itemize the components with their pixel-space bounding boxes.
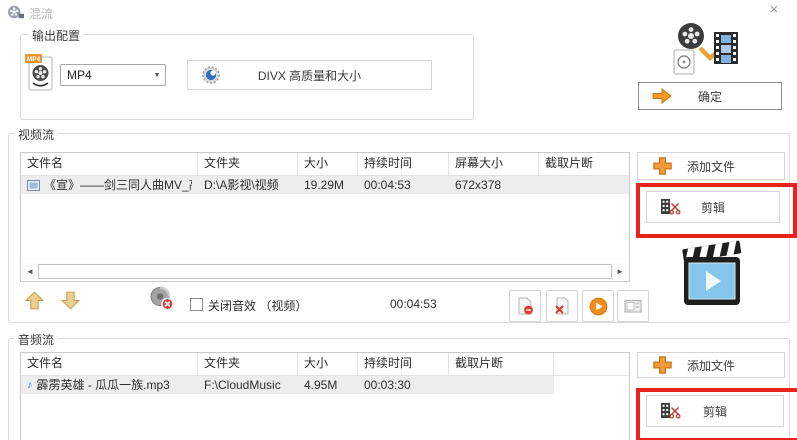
format-select[interactable]: MP4 ▼ [60,64,166,86]
video-clip-button[interactable]: 剪辑 [646,191,780,223]
audio-table-header: 文件名 文件夹 大小 持续时间 截取片断 [21,353,629,376]
audio-file-table: 文件名 文件夹 大小 持续时间 截取片断 ♪ 霹雳英雄 - 瓜瓜一族.mp3 F… [20,352,630,440]
video-table-header: 文件名 文件夹 大小 持续时间 屏幕大小 截取片断 [21,153,629,176]
output-config-label: 输出配置 [28,27,84,44]
col-filename[interactable]: 文件名 [21,153,198,175]
col-duration[interactable]: 持续时间 [358,153,449,175]
remove-file-button[interactable] [509,290,541,322]
app-icon [7,4,25,23]
video-row-folder: D:\A影视\视频 [198,176,298,194]
video-add-file-button[interactable]: 添加文件 [637,152,785,180]
col-clip[interactable]: 截取片断 [449,353,554,375]
clapperboard-icon [681,237,744,312]
mute-video-checkbox-label: 关闭音效 （视频） [208,297,307,314]
scroll-left-icon[interactable]: ◄ [22,267,38,276]
audio-row-duration: 00:03:30 [358,376,449,394]
ok-button-label: 确定 [698,88,722,105]
col-size[interactable]: 大小 [298,353,358,375]
music-note-icon: ♪ [27,380,33,391]
scroll-right-icon[interactable]: ► [612,267,628,276]
move-down-button[interactable] [60,290,81,314]
video-add-file-label: 添加文件 [687,158,735,175]
audio-clip-label: 剪辑 [703,403,727,420]
video-horizontal-scrollbar: ◄ ► [22,263,628,280]
video-clip-label: 剪辑 [701,199,725,216]
video-row-size: 19.29M [298,176,358,194]
video-row-clip [539,176,629,194]
video-row-screensize: 672x378 [449,176,539,194]
add-plus-icon [651,355,674,376]
mute-audio-icon [148,285,175,315]
gear-icon [201,65,221,85]
video-table-row[interactable]: 《宣》——剑三同人曲MV_高清... D:\A影视\视频 19.29M 00:0… [21,176,629,194]
audio-add-file-label: 添加文件 [687,357,735,374]
ok-arrow-icon [652,88,672,104]
audio-table-row[interactable]: ♪ 霹雳英雄 - 瓜瓜一族.mp3 F:\CloudMusic 4.95M 00… [21,376,629,394]
audio-row-folder: F:\CloudMusic [198,376,298,394]
profile-button[interactable]: DIVX 高质量和大小 [187,60,432,90]
audio-stream-label: 音频流 [14,331,58,348]
selected-duration-text: 00:04:53 [390,297,437,311]
audio-row-filename: ♪ 霹雳英雄 - 瓜瓜一族.mp3 [21,376,198,394]
video-file-table: 文件名 文件夹 大小 持续时间 屏幕大小 截取片断 《宣》——剑三同人曲MV_高… [20,152,630,282]
remove-file-icon [516,297,534,315]
mute-video-checkbox[interactable] [190,298,203,311]
clip-scissors-icon [660,401,682,421]
mp4-badge-text: MP4 [27,56,41,63]
ok-button[interactable]: 确定 [638,82,782,110]
chevron-down-icon: ▼ [149,72,165,79]
video-file-icon [27,179,40,192]
col-screensize[interactable]: 屏幕大小 [449,153,539,175]
col-folder[interactable]: 文件夹 [198,353,298,375]
video-row-filename: 《宣》——剑三同人曲MV_高清... [21,176,198,194]
format-select-value: MP4 [61,68,149,82]
audio-row-size: 4.95M [298,376,358,394]
video-row-duration: 00:04:53 [358,176,449,194]
col-size[interactable]: 大小 [298,153,358,175]
audio-row-clip [449,376,554,394]
col-empty [554,353,629,375]
col-filename[interactable]: 文件名 [21,353,198,375]
mux-dialog-window: 混流 × 输出配置 MP4 MP4 ▼ DIVX 高质 [0,0,797,440]
profile-button-label: DIVX 高质量和大小 [258,67,361,84]
col-duration[interactable]: 持续时间 [358,353,449,375]
play-icon [589,297,608,316]
add-plus-icon [651,156,674,177]
preview-play-button[interactable] [582,290,614,322]
mux-icon [664,20,742,79]
delete-file-icon [553,297,571,315]
audio-add-file-button[interactable]: 添加文件 [637,352,785,378]
window-title: 混流 [29,5,53,22]
mp4-file-icon: MP4 [25,54,55,95]
col-folder[interactable]: 文件夹 [198,153,298,175]
audio-row-empty [554,376,629,394]
close-icon[interactable]: × [765,2,783,20]
move-up-button[interactable] [24,290,45,314]
clip-scissors-icon [660,197,682,217]
video-stream-label: 视频流 [14,126,58,143]
delete-file-button[interactable] [546,290,578,322]
audio-clip-button[interactable]: 剪辑 [646,395,784,427]
col-clip[interactable]: 截取片断 [539,153,629,175]
scrollbar-thumb[interactable] [38,264,612,279]
properties-button[interactable] [617,290,649,322]
properties-icon [624,297,642,315]
